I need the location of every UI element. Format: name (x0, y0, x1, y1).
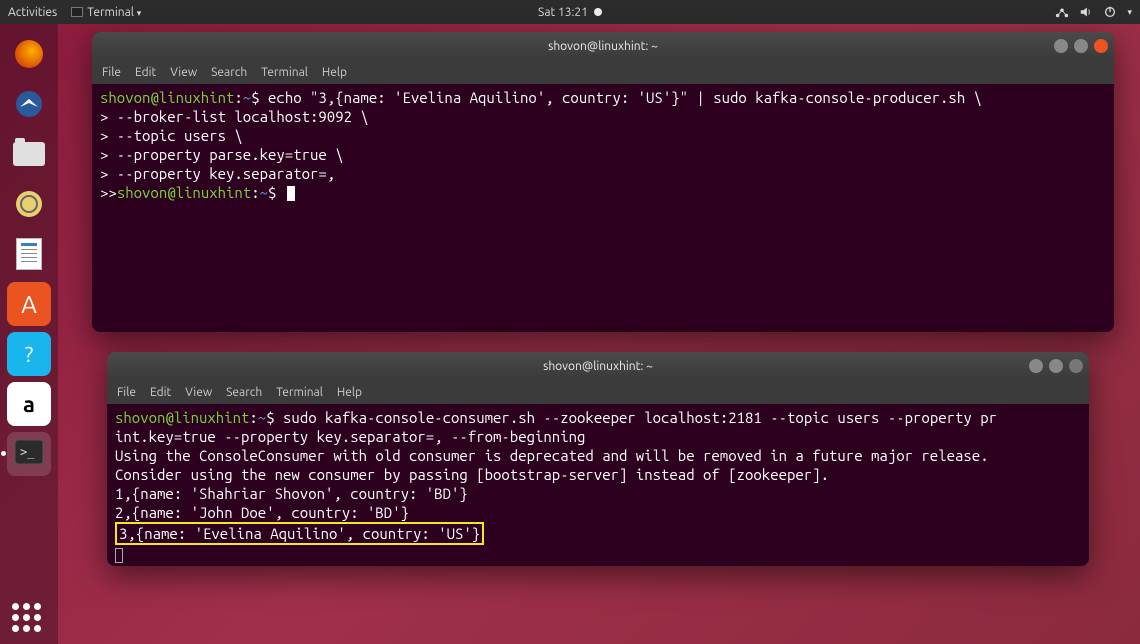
terminal-line: shovon@linuxhint:~$ echo "3,{name: 'Evel… (100, 88, 1106, 107)
menubar: File Edit View Search Terminal Help (107, 380, 1089, 404)
network-icon[interactable] (1055, 5, 1069, 19)
rhythmbox-icon (14, 189, 44, 219)
window-title: shovon@linuxhint: ~ (548, 40, 658, 53)
launcher-software[interactable]: A (7, 282, 51, 326)
menu-search[interactable]: Search (211, 66, 247, 79)
amazon-icon: a (23, 392, 35, 417)
cursor-icon (287, 186, 295, 201)
menu-view[interactable]: View (170, 66, 197, 79)
terminal-icon: >_ (14, 439, 44, 470)
menu-file[interactable]: File (102, 66, 121, 79)
terminal-line: Using the ConsoleConsumer with old consu… (115, 446, 1081, 465)
launcher-writer[interactable] (7, 232, 51, 276)
terminal-line (115, 545, 1081, 564)
files-icon (13, 142, 45, 166)
launcher-dock: A ? a >_ (0, 24, 58, 644)
gnome-top-panel: Activities Terminal Sat 13:21 ▾ (0, 0, 1140, 24)
menu-view[interactable]: View (185, 386, 212, 399)
terminal-line: >>shovon@linuxhint:~$ (100, 183, 1106, 202)
menu-edit[interactable]: Edit (135, 66, 156, 79)
terminal-content[interactable]: shovon@linuxhint:~$ sudo kafka-console-c… (107, 404, 1089, 566)
terminal-window-consumer: shovon@linuxhint: ~ File Edit View Searc… (107, 352, 1089, 566)
menu-help[interactable]: Help (337, 386, 362, 399)
help-icon: ? (25, 342, 34, 367)
window-title: shovon@linuxhint: ~ (543, 360, 653, 373)
window-minimize-button[interactable] (1029, 359, 1043, 373)
cursor-outline-icon (115, 548, 123, 563)
titlebar[interactable]: shovon@linuxhint: ~ (107, 352, 1089, 380)
menu-search[interactable]: Search (226, 386, 262, 399)
volume-icon[interactable] (1079, 5, 1093, 19)
menu-help[interactable]: Help (322, 66, 347, 79)
clock[interactable]: Sat 13:21 (538, 6, 588, 19)
terminal-line: Consider using the new consumer by passi… (115, 465, 1081, 484)
highlighted-line: 3,{name: 'Evelina Aquilino', country: 'U… (115, 522, 1081, 545)
firefox-icon (15, 40, 43, 68)
terminal-line: shovon@linuxhint:~$ sudo kafka-console-c… (115, 408, 1081, 427)
show-applications-button[interactable] (12, 603, 41, 632)
terminal-window-producer: shovon@linuxhint: ~ File Edit View Searc… (92, 32, 1114, 332)
terminal-line: > --topic users \ (100, 126, 1106, 145)
launcher-help[interactable]: ? (7, 332, 51, 376)
launcher-rhythmbox[interactable] (7, 182, 51, 226)
terminal-line: 1,{name: 'Shahriar Shovon', country: 'BD… (115, 484, 1081, 503)
terminal-icon (71, 7, 83, 17)
system-dropdown-icon[interactable]: ▾ (1127, 7, 1132, 18)
window-close-button[interactable] (1069, 359, 1083, 373)
menu-terminal[interactable]: Terminal (276, 386, 323, 399)
menubar: File Edit View Search Terminal Help (92, 60, 1114, 84)
menu-file[interactable]: File (117, 386, 136, 399)
terminal-line: > --property key.separator=, (100, 164, 1106, 183)
window-maximize-button[interactable] (1074, 39, 1088, 53)
terminal-line: > --property parse.key=true \ (100, 145, 1106, 164)
window-close-button[interactable] (1094, 39, 1108, 53)
menu-edit[interactable]: Edit (150, 386, 171, 399)
svg-text:>_: >_ (20, 445, 35, 459)
window-maximize-button[interactable] (1049, 359, 1063, 373)
titlebar[interactable]: shovon@linuxhint: ~ (92, 32, 1114, 60)
record-indicator-icon (594, 8, 602, 16)
power-icon[interactable] (1103, 5, 1117, 19)
activities-button[interactable]: Activities (8, 6, 57, 19)
terminal-line: int.key=true --property key.separator=, … (115, 427, 1081, 446)
launcher-files[interactable] (7, 132, 51, 176)
window-minimize-button[interactable] (1054, 39, 1068, 53)
terminal-line: > --broker-list localhost:9092 \ (100, 107, 1106, 126)
launcher-amazon[interactable]: a (7, 382, 51, 426)
terminal-line: 2,{name: 'John Doe', country: 'BD'} (115, 503, 1081, 522)
launcher-terminal[interactable]: >_ (7, 432, 51, 476)
thunderbird-icon (14, 89, 44, 119)
software-icon: A (21, 291, 37, 318)
writer-icon (16, 238, 42, 270)
launcher-firefox[interactable] (7, 32, 51, 76)
app-menu[interactable]: Terminal (71, 6, 141, 19)
menu-terminal[interactable]: Terminal (261, 66, 308, 79)
terminal-content[interactable]: shovon@linuxhint:~$ echo "3,{name: 'Evel… (92, 84, 1114, 206)
launcher-thunderbird[interactable] (7, 82, 51, 126)
